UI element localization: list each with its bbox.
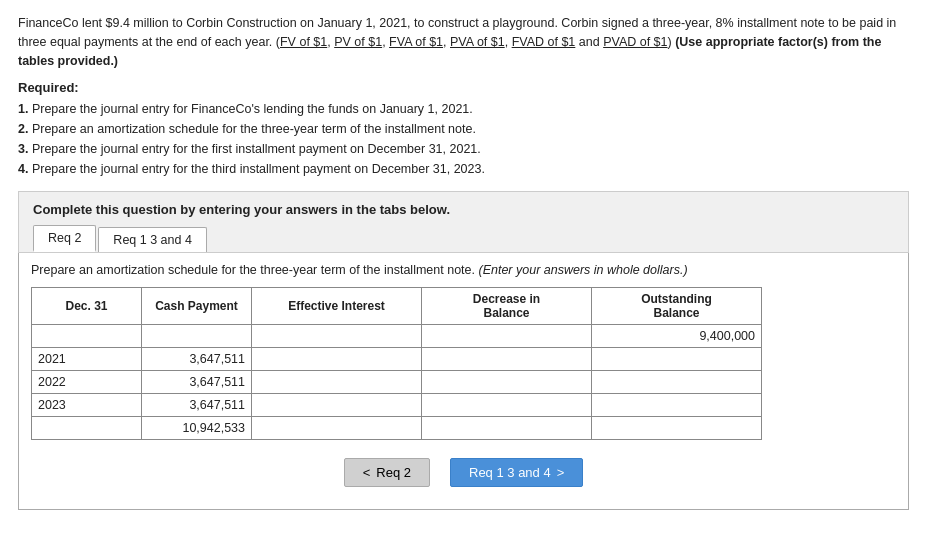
total-row-label bbox=[32, 417, 142, 440]
tab-req134[interactable]: Req 1 3 and 4 bbox=[98, 227, 207, 252]
row-2021-interest-input[interactable] bbox=[252, 348, 421, 370]
row-2023-interest-cell[interactable] bbox=[252, 394, 422, 417]
row-2022-decrease-cell[interactable] bbox=[422, 371, 592, 394]
tabs-row: Req 2 Req 1 3 and 4 bbox=[33, 225, 894, 252]
link-pva[interactable]: PVA of $1 bbox=[450, 35, 505, 49]
total-interest-cell[interactable] bbox=[252, 417, 422, 440]
link-pvad[interactable]: PVAD of $1 bbox=[603, 35, 667, 49]
row-2021-decrease-input[interactable] bbox=[422, 348, 591, 370]
complete-title: Complete this question by entering your … bbox=[33, 202, 894, 217]
pre-row-decrease bbox=[422, 325, 592, 348]
row-2023-outstanding-input[interactable] bbox=[592, 394, 761, 416]
pre-row-outstanding: 9,400,000 bbox=[592, 325, 762, 348]
link-fvad[interactable]: FVAD of $1 bbox=[512, 35, 576, 49]
required-item-2: 2. Prepare an amortization schedule for … bbox=[18, 119, 909, 139]
total-decrease-cell[interactable] bbox=[422, 417, 592, 440]
table-row-2023: 2023 3,647,511 bbox=[32, 394, 762, 417]
col-header-effective-interest: Effective Interest bbox=[252, 288, 422, 325]
link-fva[interactable]: FVA of $1 bbox=[389, 35, 443, 49]
row-2021-cash: 3,647,511 bbox=[142, 348, 252, 371]
total-outstanding bbox=[592, 417, 762, 440]
intro-paragraph: FinanceCo lent $9.4 million to Corbin Co… bbox=[18, 14, 909, 70]
row-2022-year: 2022 bbox=[32, 371, 142, 394]
required-item-4: 4. Prepare the journal entry for the thi… bbox=[18, 159, 909, 179]
col-header-cash-payment: Cash Payment bbox=[142, 288, 252, 325]
table-row-2022: 2022 3,647,511 bbox=[32, 371, 762, 394]
total-interest-input[interactable] bbox=[252, 417, 421, 439]
total-cash: 10,942,533 bbox=[142, 417, 252, 440]
pre-row-year bbox=[32, 325, 142, 348]
row-2022-interest-input[interactable] bbox=[252, 371, 421, 393]
total-decrease-input[interactable] bbox=[422, 417, 591, 439]
row-2022-outstanding-cell[interactable] bbox=[592, 371, 762, 394]
col-header-dec31: Dec. 31 bbox=[32, 288, 142, 325]
row-2021-interest-cell[interactable] bbox=[252, 348, 422, 371]
required-list: 1. Prepare the journal entry for Finance… bbox=[18, 99, 909, 179]
prev-button-label: Req 2 bbox=[376, 465, 411, 480]
table-pre-row: 9,400,000 bbox=[32, 325, 762, 348]
next-chevron-icon: > bbox=[557, 465, 565, 480]
complete-box: Complete this question by entering your … bbox=[18, 191, 909, 253]
link-pv[interactable]: PV of $1 bbox=[334, 35, 382, 49]
nav-buttons: < Req 2 Req 1 3 and 4 > bbox=[31, 458, 896, 497]
required-item-1: 1. Prepare the journal entry for Finance… bbox=[18, 99, 909, 119]
next-button-label: Req 1 3 and 4 bbox=[469, 465, 551, 480]
row-2022-decrease-input[interactable] bbox=[422, 371, 591, 393]
pre-row-cash bbox=[142, 325, 252, 348]
tab-req2[interactable]: Req 2 bbox=[33, 225, 96, 252]
tab-content-req2: Prepare an amortization schedule for the… bbox=[18, 253, 909, 510]
required-section: Required: 1. Prepare the journal entry f… bbox=[18, 80, 909, 179]
amortization-table: Dec. 31 Cash Payment Effective Interest … bbox=[31, 287, 762, 440]
row-2021-outstanding-cell[interactable] bbox=[592, 348, 762, 371]
row-2023-year: 2023 bbox=[32, 394, 142, 417]
row-2023-decrease-cell[interactable] bbox=[422, 394, 592, 417]
row-2023-decrease-input[interactable] bbox=[422, 394, 591, 416]
row-2023-interest-input[interactable] bbox=[252, 394, 421, 416]
row-2023-outstanding-cell[interactable] bbox=[592, 394, 762, 417]
required-item-3: 3. Prepare the journal entry for the fir… bbox=[18, 139, 909, 159]
row-2021-outstanding-input[interactable] bbox=[592, 348, 761, 370]
pre-row-interest bbox=[252, 325, 422, 348]
row-2021-year: 2021 bbox=[32, 348, 142, 371]
row-2023-cash: 3,647,511 bbox=[142, 394, 252, 417]
prev-button[interactable]: < Req 2 bbox=[344, 458, 430, 487]
table-total-row: 10,942,533 bbox=[32, 417, 762, 440]
table-row-2021: 2021 3,647,511 bbox=[32, 348, 762, 371]
tab-instruction: Prepare an amortization schedule for the… bbox=[31, 263, 896, 277]
next-button[interactable]: Req 1 3 and 4 > bbox=[450, 458, 583, 487]
prev-chevron-icon: < bbox=[363, 465, 371, 480]
row-2022-cash: 3,647,511 bbox=[142, 371, 252, 394]
row-2021-decrease-cell[interactable] bbox=[422, 348, 592, 371]
col-header-decrease-balance: Decrease inBalance bbox=[422, 288, 592, 325]
tab-instruction-note: (Enter your answers in whole dollars.) bbox=[478, 263, 687, 277]
row-2022-outstanding-input[interactable] bbox=[592, 371, 761, 393]
required-title: Required: bbox=[18, 80, 909, 95]
table-header-row: Dec. 31 Cash Payment Effective Interest … bbox=[32, 288, 762, 325]
row-2022-interest-cell[interactable] bbox=[252, 371, 422, 394]
col-header-outstanding-balance: OutstandingBalance bbox=[592, 288, 762, 325]
link-fv[interactable]: FV of $1 bbox=[280, 35, 327, 49]
